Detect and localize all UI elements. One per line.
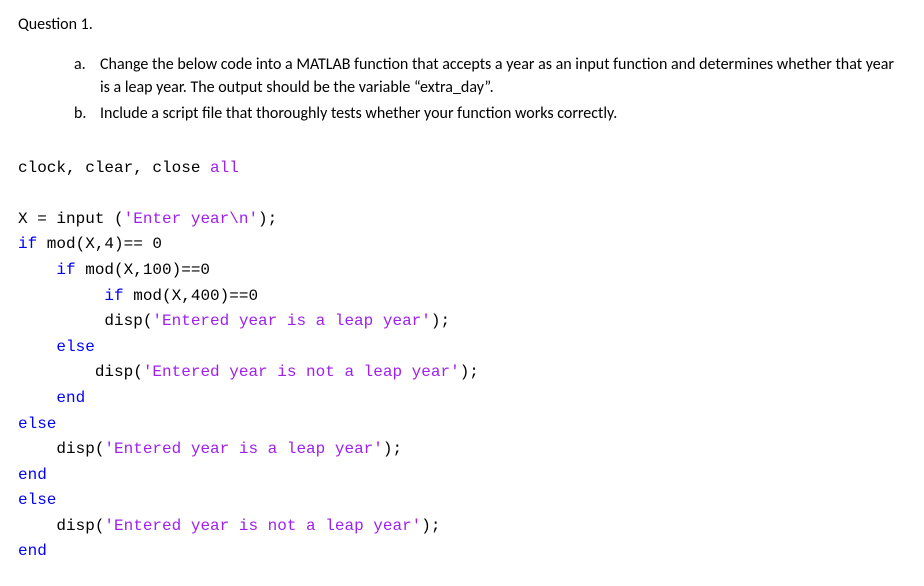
code-string: 'Entered year is a leap year' (104, 440, 382, 458)
code-keyword: if (18, 235, 37, 253)
list-text-a: Change the below code into a MATLAB func… (100, 54, 898, 99)
code-text: disp( (18, 517, 104, 535)
list-item: a. Change the below code into a MATLAB f… (74, 54, 906, 99)
code-text: ); (383, 440, 402, 458)
code-keyword: else (18, 415, 56, 433)
code-text: mod(X,100)==0 (76, 261, 210, 279)
code-keyword: end (18, 542, 47, 560)
code-indent (18, 338, 56, 356)
question-title: Question 1. (18, 14, 906, 36)
code-keyword: end (56, 389, 85, 407)
code-text: ); (258, 210, 277, 228)
code-text: mod(X,4)== 0 (37, 235, 162, 253)
code-blank (18, 184, 28, 202)
code-keyword: if (104, 287, 123, 305)
code-indent (18, 287, 104, 305)
list-item: b. Include a script file that thoroughly… (74, 103, 906, 125)
code-keyword: else (18, 491, 56, 509)
code-keyword: if (56, 261, 75, 279)
code-indent (18, 389, 56, 407)
code-text: mod(X,400)==0 (124, 287, 258, 305)
code-text: X = input ( (18, 210, 124, 228)
code-keyword: else (56, 338, 94, 356)
code-string: 'Enter year\n' (124, 210, 258, 228)
code-string: 'Entered year is not a leap year' (104, 517, 421, 535)
code-text: disp( (18, 312, 152, 330)
code-text: ); (460, 363, 479, 381)
list-text-b: Include a script file that thoroughly te… (100, 103, 898, 125)
list-marker-b: b. (74, 103, 100, 125)
code-indent (18, 261, 56, 279)
code-keyword: end (18, 466, 47, 484)
code-keyword: all (210, 159, 239, 177)
code-text: disp( (18, 440, 104, 458)
code-block: clock, clear, close all X = input ('Ente… (18, 156, 906, 566)
code-string: 'Entered year is not a leap year' (143, 363, 460, 381)
question-list: a. Change the below code into a MATLAB f… (18, 54, 906, 125)
code-string: 'Entered year is a leap year' (152, 312, 430, 330)
code-text: clock, clear, close (18, 159, 210, 177)
code-text: ); (431, 312, 450, 330)
code-text: disp( (18, 363, 143, 381)
list-marker-a: a. (74, 54, 100, 99)
code-text: ); (421, 517, 440, 535)
